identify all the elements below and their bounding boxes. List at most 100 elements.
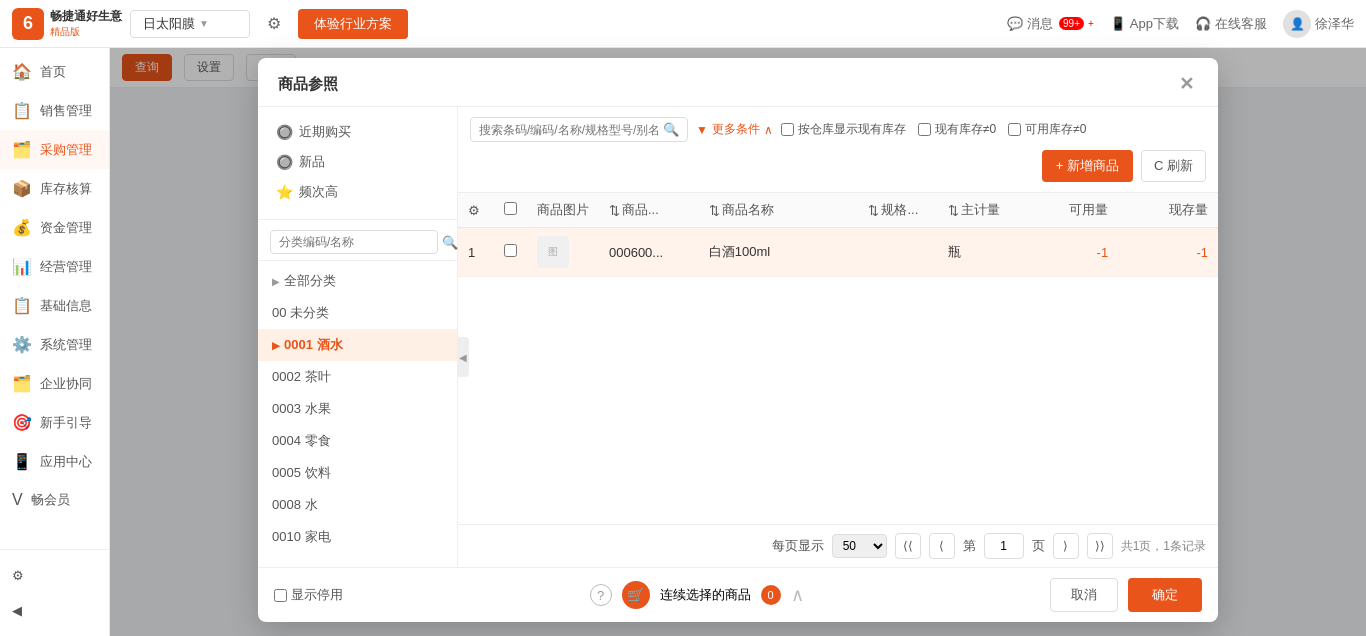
th-available: 可用量 [1018, 193, 1118, 228]
first-page-button[interactable]: ⟨⟨ [895, 533, 921, 559]
row-unit: 瓶 [938, 228, 1018, 277]
app-download-button[interactable]: 📱 App下载 [1110, 15, 1179, 33]
confirm-button[interactable]: 确定 [1128, 578, 1202, 612]
select-all-checkbox[interactable] [504, 202, 517, 215]
th-settings[interactable]: ⚙ [458, 193, 494, 228]
show-warehouse-input[interactable] [781, 123, 794, 136]
row-spec [858, 228, 938, 277]
inventory-icon: 📦 [12, 179, 32, 198]
finance-icon: 💰 [12, 218, 32, 237]
column-settings-icon[interactable]: ⚙ [468, 203, 480, 218]
frequent-filter[interactable]: ⭐ 频次高 [268, 177, 447, 207]
left-panel-collapse-button[interactable]: ◀ [457, 337, 469, 377]
th-spec[interactable]: ⇅ 规格... [858, 193, 938, 228]
refresh-button[interactable]: C 刷新 [1141, 150, 1206, 182]
sidebar-item-finance[interactable]: 💰 资金管理 [0, 208, 109, 247]
page-label: 第 [963, 537, 976, 555]
sidebar-collapse[interactable]: ◀ [0, 593, 109, 628]
product-table: ⚙ 商品图片 [458, 193, 1218, 277]
chevron-up-icon: ∧ [764, 123, 773, 137]
sidebar-item-member[interactable]: V 畅会员 [0, 481, 109, 519]
sort-icon: ⇅ [948, 203, 959, 218]
category-00[interactable]: 00 未分类 [258, 297, 457, 329]
store-selector[interactable]: 日太阳膜 ▼ [130, 10, 250, 38]
sidebar-item-basic[interactable]: 📋 基础信息 [0, 286, 109, 325]
sort-icon: ⇅ [609, 203, 620, 218]
system-icon: ⚙️ [12, 335, 32, 354]
th-unit[interactable]: ⇅ 主计量 [938, 193, 1018, 228]
cancel-button[interactable]: 取消 [1050, 578, 1118, 612]
pagination: 每页显示 20 50 100 ⟨⟨ ⟨ 第 页 ⟩ [458, 524, 1218, 567]
nav-right: 💬 消息 99+ + 📱 App下载 🎧 在线客服 👤 徐泽华 [1007, 10, 1354, 38]
cart-count-badge: 0 [761, 585, 781, 605]
last-page-button[interactable]: ⟩⟩ [1087, 533, 1113, 559]
category-0010[interactable]: 0010 家电 [258, 521, 457, 553]
active-expand-icon: ▶ [272, 340, 280, 351]
sidebar-item-sales[interactable]: 📋 销售管理 [0, 91, 109, 130]
add-product-button[interactable]: + 新增商品 [1042, 150, 1133, 182]
page-number-input[interactable] [984, 533, 1024, 559]
category-search-input[interactable] [270, 230, 438, 254]
help-icon[interactable]: ? [590, 584, 612, 606]
toolbar: 🔍 ▼ 更多条件 ∧ 按仓库显示现有库存 [458, 107, 1218, 193]
show-warehouse-checkbox[interactable]: 按仓库显示现有库存 [781, 121, 906, 138]
available-nonzero-checkbox[interactable]: 可用库存≠0 [1008, 121, 1086, 138]
new-product-filter[interactable]: 🔘 新品 [268, 147, 447, 177]
collapse-icon: ◀ [12, 603, 22, 618]
row-checkbox[interactable] [504, 244, 517, 257]
available-nonzero-input[interactable] [1008, 123, 1021, 136]
footer-actions: 取消 确定 [1050, 578, 1202, 612]
search-icon[interactable]: 🔍 [663, 122, 679, 137]
category-0001[interactable]: ▶ 0001 酒水 [258, 329, 457, 361]
th-name[interactable]: ⇅ 商品名称 [699, 193, 859, 228]
next-page-button[interactable]: ⟩ [1053, 533, 1079, 559]
category-0002[interactable]: 0002 茶叶 [258, 361, 457, 393]
more-filters-button[interactable]: ▼ 更多条件 ∧ [696, 121, 773, 138]
recent-purchase-filter[interactable]: 🔘 近期购买 [268, 117, 447, 147]
user-menu[interactable]: 👤 徐泽华 [1283, 10, 1354, 38]
page-size-label: 每页显示 [772, 537, 824, 555]
sidebar-settings[interactable]: ⚙ [0, 558, 109, 593]
category-all[interactable]: ▶ 全部分类 [258, 265, 457, 297]
settings-icon[interactable]: ⚙ [258, 8, 290, 40]
sidebar-item-business[interactable]: 📊 经营管理 [0, 247, 109, 286]
category-0005[interactable]: 0005 饮料 [258, 457, 457, 489]
member-icon: V [12, 491, 23, 509]
footer-center: ? 🛒 连续选择的商品 0 ∧ [590, 581, 804, 609]
product-search-box: 🔍 [470, 117, 688, 142]
purchase-icon: 🗂️ [12, 140, 32, 159]
sidebar-item-apps[interactable]: 📱 应用中心 [0, 442, 109, 481]
category-0008[interactable]: 0008 水 [258, 489, 457, 521]
messages-button[interactable]: 💬 消息 99+ + [1007, 15, 1094, 33]
show-disabled-checkbox[interactable]: 显示停用 [274, 586, 343, 604]
sidebar-item-guide[interactable]: 🎯 新手引导 [0, 403, 109, 442]
category-search-icon[interactable]: 🔍 [442, 235, 458, 250]
prev-page-button[interactable]: ⟨ [929, 533, 955, 559]
category-0004[interactable]: 0004 零食 [258, 425, 457, 457]
stock-nonzero-checkbox[interactable]: 现有库存≠0 [918, 121, 996, 138]
sidebar-item-inventory[interactable]: 📦 库存核算 [0, 169, 109, 208]
trial-button[interactable]: 体验行业方案 [298, 9, 408, 39]
online-service-button[interactable]: 🎧 在线客服 [1195, 15, 1267, 33]
th-code[interactable]: ⇅ 商品... [599, 193, 699, 228]
basic-icon: 📋 [12, 296, 32, 315]
logo-text: 畅捷通好生意 精品版 [50, 8, 122, 39]
sidebar-item-system[interactable]: ⚙️ 系统管理 [0, 325, 109, 364]
stock-nonzero-input[interactable] [918, 123, 931, 136]
sales-icon: 📋 [12, 101, 32, 120]
product-search-input[interactable] [479, 123, 659, 137]
row-code: 000600... [599, 228, 699, 277]
collapse-cart-icon[interactable]: ∧ [791, 584, 804, 606]
table-row[interactable]: 1 图 [458, 228, 1218, 277]
sidebar-item-enterprise[interactable]: 🗂️ 企业协同 [0, 364, 109, 403]
page-size-select[interactable]: 20 50 100 [832, 534, 887, 558]
modal-close-button[interactable]: ✕ [1174, 72, 1198, 96]
show-disabled-input[interactable] [274, 589, 287, 602]
sidebar-item-home[interactable]: 🏠 首页 [0, 52, 109, 91]
sidebar-item-purchase[interactable]: 🗂️ 采购管理 [0, 130, 109, 169]
cart-icon[interactable]: 🛒 [622, 581, 650, 609]
category-0003[interactable]: 0003 水果 [258, 393, 457, 425]
sidebar: 🏠 首页 📋 销售管理 🗂️ 采购管理 📦 库存核算 💰 资金管理 📊 经营管理… [0, 48, 110, 636]
sidebar-bottom: ⚙ ◀ [0, 549, 109, 636]
sort-icon: ⇅ [709, 203, 720, 218]
